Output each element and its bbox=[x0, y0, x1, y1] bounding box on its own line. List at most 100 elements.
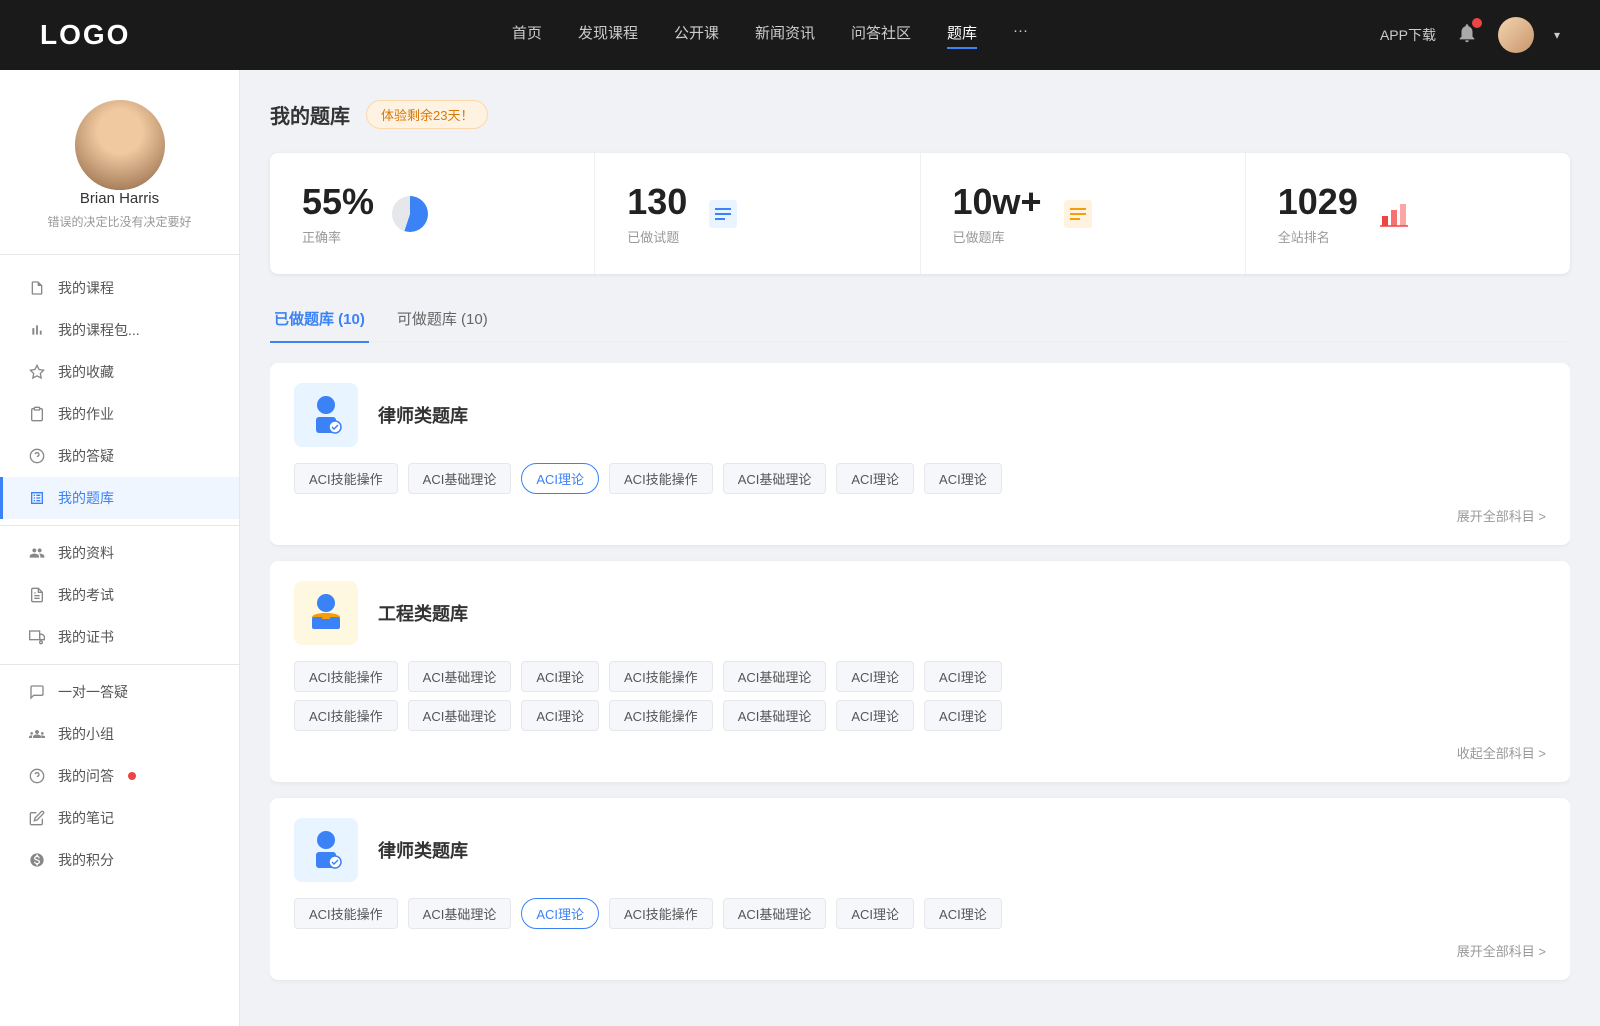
stat-done-questions: 130 已做试题 bbox=[595, 153, 920, 274]
nav-home[interactable]: 首页 bbox=[512, 22, 542, 49]
sidebar-label-my-homework: 我的作业 bbox=[58, 404, 114, 424]
category-title-lawyer-1: 律师类题库 bbox=[378, 402, 468, 428]
sidebar-item-my-bank[interactable]: 我的题库 bbox=[0, 477, 239, 519]
bar-icon bbox=[28, 321, 46, 339]
sidebar-item-my-packages[interactable]: 我的课程包... bbox=[0, 309, 239, 351]
tag-eng1-r1-3[interactable]: ACI技能操作 bbox=[609, 661, 713, 692]
orange-sheet-icon bbox=[1058, 194, 1098, 234]
tag-eng1-r1-2[interactable]: ACI理论 bbox=[521, 661, 599, 692]
sidebar-label-my-points: 我的积分 bbox=[58, 850, 114, 870]
question-icon bbox=[28, 447, 46, 465]
category-header-engineer-1: 工程类题库 bbox=[294, 581, 1546, 645]
tag-eng1-r2-2[interactable]: ACI理论 bbox=[521, 700, 599, 731]
logo[interactable]: LOGO bbox=[40, 19, 160, 51]
sheet-blue-icon bbox=[703, 194, 743, 234]
category-header-lawyer-2: 律师类题库 bbox=[294, 818, 1546, 882]
category-header-lawyer-1: 律师类题库 bbox=[294, 383, 1546, 447]
sidebar-item-my-group[interactable]: 我的小组 bbox=[0, 713, 239, 755]
sidebar-item-my-answers[interactable]: 我的问答 bbox=[0, 755, 239, 797]
user-dropdown-arrow[interactable]: ▾ bbox=[1554, 28, 1560, 42]
sidebar-divider-1 bbox=[0, 525, 239, 526]
sidebar-item-my-favorites[interactable]: 我的收藏 bbox=[0, 351, 239, 393]
page-header: 我的题库 体验剩余23天！ bbox=[270, 100, 1570, 129]
sidebar-label-my-packages: 我的课程包... bbox=[58, 320, 140, 340]
sidebar-label-my-group: 我的小组 bbox=[58, 724, 114, 744]
expand-engineer-1[interactable]: 收起全部科目 > bbox=[294, 739, 1546, 762]
app-download-link[interactable]: APP下载 bbox=[1380, 25, 1436, 45]
nav-qa[interactable]: 问答社区 bbox=[851, 22, 911, 49]
group-icon bbox=[28, 725, 46, 743]
doc-icon bbox=[28, 586, 46, 604]
nav-bank[interactable]: 题库 bbox=[947, 22, 977, 49]
tag-eng1-r2-3[interactable]: ACI技能操作 bbox=[609, 700, 713, 731]
tag-eng1-r1-5[interactable]: ACI理论 bbox=[836, 661, 914, 692]
stat-accuracy-number: 55% bbox=[302, 181, 374, 223]
nav-more[interactable]: ··· bbox=[1013, 22, 1028, 49]
tags-row-lawyer-1: ACI技能操作 ACI基础理论 ACI理论 ACI技能操作 ACI基础理论 AC… bbox=[294, 463, 1546, 494]
tag-lawyer1-1[interactable]: ACI基础理论 bbox=[408, 463, 512, 494]
stat-banks-number: 10w+ bbox=[953, 181, 1042, 223]
tag-eng1-r1-6[interactable]: ACI理论 bbox=[924, 661, 1002, 692]
tag-lawyer2-6[interactable]: ACI理论 bbox=[924, 898, 1002, 929]
expand-lawyer-1[interactable]: 展开全部科目 > bbox=[294, 502, 1546, 525]
nav-discover[interactable]: 发现课程 bbox=[578, 22, 638, 49]
tag-lawyer2-1[interactable]: ACI基础理论 bbox=[408, 898, 512, 929]
tag-lawyer1-6[interactable]: ACI理论 bbox=[924, 463, 1002, 494]
sidebar-item-my-courses[interactable]: 我的课程 bbox=[0, 267, 239, 309]
tag-eng1-r2-6[interactable]: ACI理论 bbox=[924, 700, 1002, 731]
stat-done-banks: 10w+ 已做题库 bbox=[921, 153, 1246, 274]
stat-banks-label: 已做题库 bbox=[953, 227, 1042, 246]
tab-done-banks[interactable]: 已做题库 (10) bbox=[270, 298, 369, 341]
tag-lawyer1-4[interactable]: ACI基础理论 bbox=[723, 463, 827, 494]
tag-lawyer2-0[interactable]: ACI技能操作 bbox=[294, 898, 398, 929]
sheet-icon-svg bbox=[705, 196, 741, 232]
sidebar-item-my-cert[interactable]: 我的证书 bbox=[0, 616, 239, 658]
notes-icon bbox=[28, 809, 46, 827]
tag-lawyer1-5[interactable]: ACI理论 bbox=[836, 463, 914, 494]
stat-ranking-number: 1029 bbox=[1278, 181, 1358, 223]
expand-lawyer-2[interactable]: 展开全部科目 > bbox=[294, 937, 1546, 960]
nav-open-course[interactable]: 公开课 bbox=[674, 22, 719, 49]
tag-eng1-r2-4[interactable]: ACI基础理论 bbox=[723, 700, 827, 731]
tags-row-engineer-1b: ACI技能操作 ACI基础理论 ACI理论 ACI技能操作 ACI基础理论 AC… bbox=[294, 700, 1546, 731]
profile-avatar bbox=[75, 100, 165, 190]
sidebar-item-my-questions[interactable]: 我的答疑 bbox=[0, 435, 239, 477]
tag-lawyer2-3[interactable]: ACI技能操作 bbox=[609, 898, 713, 929]
tag-eng1-r2-5[interactable]: ACI理论 bbox=[836, 700, 914, 731]
tag-lawyer1-0[interactable]: ACI技能操作 bbox=[294, 463, 398, 494]
sidebar-item-my-homework[interactable]: 我的作业 bbox=[0, 393, 239, 435]
sidebar-item-one-on-one[interactable]: 一对一答疑 bbox=[0, 671, 239, 713]
sidebar-label-my-cert: 我的证书 bbox=[58, 627, 114, 647]
category-engineer-1: 工程类题库 ACI技能操作 ACI基础理论 ACI理论 ACI技能操作 ACI基… bbox=[270, 561, 1570, 782]
tag-eng1-r1-4[interactable]: ACI基础理论 bbox=[723, 661, 827, 692]
tag-eng1-r2-0[interactable]: ACI技能操作 bbox=[294, 700, 398, 731]
user-avatar[interactable] bbox=[1498, 17, 1534, 53]
pie-chart-visual bbox=[392, 196, 428, 232]
sidebar-menu: 我的课程 我的课程包... 我的收藏 我的作业 bbox=[0, 255, 239, 893]
sidebar-item-my-points[interactable]: 我的积分 bbox=[0, 839, 239, 881]
sidebar-item-my-data[interactable]: 我的资料 bbox=[0, 532, 239, 574]
tag-lawyer2-5[interactable]: ACI理论 bbox=[836, 898, 914, 929]
lawyer-icon-1 bbox=[294, 383, 358, 447]
tag-lawyer1-3[interactable]: ACI技能操作 bbox=[609, 463, 713, 494]
accuracy-chart-icon bbox=[390, 194, 430, 234]
sidebar-label-my-answers: 我的问答 bbox=[58, 766, 114, 786]
sidebar-label-my-data: 我的资料 bbox=[58, 543, 114, 563]
nav-news[interactable]: 新闻资讯 bbox=[755, 22, 815, 49]
tag-eng1-r2-1[interactable]: ACI基础理论 bbox=[408, 700, 512, 731]
people-icon bbox=[28, 544, 46, 562]
stats-row: 55% 正确率 130 已做试题 bbox=[270, 153, 1570, 274]
tags-row-engineer-1a: ACI技能操作 ACI基础理论 ACI理论 ACI技能操作 ACI基础理论 AC… bbox=[294, 661, 1546, 692]
tab-available-banks[interactable]: 可做题库 (10) bbox=[393, 298, 492, 341]
category-list: 律师类题库 ACI技能操作 ACI基础理论 ACI理论 ACI技能操作 ACI基… bbox=[270, 363, 1570, 996]
tag-eng1-r1-1[interactable]: ACI基础理论 bbox=[408, 661, 512, 692]
tag-lawyer2-2[interactable]: ACI理论 bbox=[521, 898, 599, 929]
tag-lawyer2-4[interactable]: ACI基础理论 bbox=[723, 898, 827, 929]
sidebar-item-my-exam[interactable]: 我的考试 bbox=[0, 574, 239, 616]
notification-bell[interactable] bbox=[1456, 22, 1478, 49]
chat-icon bbox=[28, 683, 46, 701]
sidebar-item-my-notes[interactable]: 我的笔记 bbox=[0, 797, 239, 839]
tag-lawyer1-2[interactable]: ACI理论 bbox=[521, 463, 599, 494]
stat-accuracy-label: 正确率 bbox=[302, 227, 374, 246]
tag-eng1-r1-0[interactable]: ACI技能操作 bbox=[294, 661, 398, 692]
